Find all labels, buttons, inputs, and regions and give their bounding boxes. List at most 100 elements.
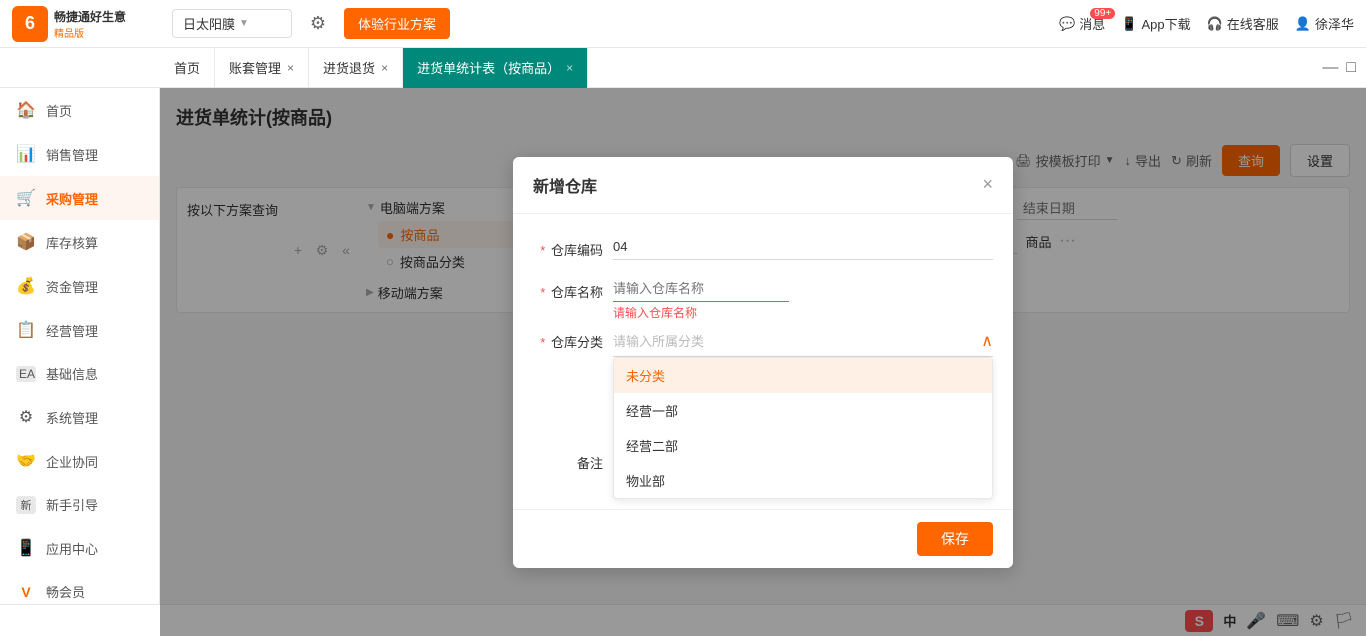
dialog-header: 新增仓库 ×	[513, 157, 1013, 214]
sidebar-item-guide[interactable]: 新 新手引导	[0, 483, 159, 526]
message-badge: 99+	[1090, 8, 1115, 19]
tab-return-label: 进货退货	[323, 58, 375, 77]
category-dropdown: 未分类 经营一部 经营二部 物业部	[613, 357, 993, 499]
sidebar-item-purchase[interactable]: 🛒 采购管理	[0, 176, 159, 220]
note-label: 备注	[533, 447, 603, 472]
code-required-mark: *	[540, 243, 545, 258]
app-download-button[interactable]: 📱 App下载	[1121, 14, 1190, 33]
finance-icon: 💰	[16, 276, 36, 296]
user-icon: 👤	[1295, 16, 1311, 32]
dialog-close-icon[interactable]: ×	[982, 174, 993, 195]
sales-icon: 📊	[16, 144, 36, 164]
logo-area: 6 畅捷通好生意 精品版	[12, 6, 162, 42]
app-selector[interactable]: 日太阳膜 ▼	[172, 9, 292, 38]
logo-text: 畅捷通好生意 精品版	[54, 8, 126, 40]
sidebar-appcenter-label: 应用中心	[46, 539, 98, 558]
category-label: * 仓库分类	[533, 326, 603, 351]
system-icon: ⚙	[16, 407, 36, 427]
sidebar-home-label: 首页	[46, 101, 72, 120]
sidebar-basic-info-label: 基础信息	[46, 364, 98, 383]
sidebar: 🏠 首页 📊 销售管理 🛒 采购管理 📦 库存核算 💰 资金管理 📋 经营管理 …	[0, 88, 160, 636]
category-arrow-icon: ∧	[981, 331, 993, 351]
tab-return[interactable]: 进货退货 ×	[309, 48, 403, 88]
sidebar-system-label: 系统管理	[46, 408, 98, 427]
content-area: 进货单统计(按商品) 🖨 按模板打印 ▼ ↓ 导出 ↻ 刷新 查询 设置 按以下…	[160, 88, 1366, 636]
chevron-down-icon: ▼	[239, 18, 249, 29]
user-button[interactable]: 👤 徐泽华	[1295, 14, 1354, 33]
username-label: 徐泽华	[1315, 14, 1354, 33]
sidebar-inventory-label: 库存核算	[46, 233, 98, 252]
name-field-row: * 仓库名称 请输入仓库名称	[533, 276, 993, 302]
sidebar-item-basic-info[interactable]: EA 基础信息	[0, 352, 159, 395]
sidebar-item-operations[interactable]: 📋 经营管理	[0, 308, 159, 352]
sidebar-cooperation-label: 企业协同	[46, 452, 98, 471]
cooperation-icon: 🤝	[16, 451, 36, 471]
tab-stats-close[interactable]: ×	[566, 61, 573, 75]
home-icon: 🏠	[16, 100, 36, 120]
name-input[interactable]	[613, 276, 789, 302]
dropdown-item-dept1[interactable]: 经营一部	[614, 393, 992, 428]
sidebar-finance-label: 资金管理	[46, 277, 98, 296]
sidebar-item-cooperation[interactable]: 🤝 企业协同	[0, 439, 159, 483]
category-placeholder: 请输入所属分类	[613, 331, 704, 350]
sidebar-item-inventory[interactable]: 📦 库存核算	[0, 220, 159, 264]
category-select-wrapper: 请输入所属分类 ∧ 未分类 经营一部 经营二部 物业部	[613, 326, 993, 357]
headset-icon: 🎧	[1207, 16, 1223, 32]
dialog-footer: 保存	[513, 509, 1013, 568]
name-required-mark: *	[540, 285, 545, 300]
sidebar-item-system[interactable]: ⚙ 系统管理	[0, 395, 159, 439]
tab-maximize-btn[interactable]: □	[1346, 59, 1356, 77]
purchase-icon: 🛒	[16, 188, 36, 208]
dropdown-item-uncategorized[interactable]: 未分类	[614, 358, 992, 393]
category-field-row: * 仓库分类 请输入所属分类 ∧ 未分类 经营一部	[533, 326, 993, 357]
message-icon: 💬	[1059, 16, 1075, 32]
sidebar-sales-label: 销售管理	[46, 145, 98, 164]
tab-stats[interactable]: 进货单统计表（按商品） ×	[403, 48, 588, 88]
online-service-button[interactable]: 🎧 在线客服	[1207, 14, 1279, 33]
tab-account[interactable]: 账套管理 ×	[215, 48, 309, 88]
basic-info-icon: EA	[16, 366, 36, 382]
vip-icon: V	[16, 584, 36, 600]
code-input[interactable]	[613, 234, 993, 260]
tab-stats-label: 进货单统计表（按商品）	[417, 58, 560, 77]
inventory-icon: 📦	[16, 232, 36, 252]
sidebar-item-finance[interactable]: 💰 资金管理	[0, 264, 159, 308]
appcenter-icon: 📱	[16, 538, 36, 558]
code-label: * 仓库编码	[533, 234, 603, 259]
sidebar-item-sales[interactable]: 📊 销售管理	[0, 132, 159, 176]
logo-icon: 6	[12, 6, 48, 42]
main-layout: 🏠 首页 📊 销售管理 🛒 采购管理 📦 库存核算 💰 资金管理 📋 经营管理 …	[0, 88, 1366, 636]
sidebar-guide-label: 新手引导	[46, 495, 98, 514]
app-selector-value: 日太阳膜	[183, 14, 235, 33]
tab-return-close[interactable]: ×	[381, 61, 388, 75]
header-right: 💬 消息 99+ 📱 App下载 🎧 在线客服 👤 徐泽华	[1059, 14, 1354, 33]
sidebar-vip-label: 畅会员	[46, 582, 85, 601]
category-required-mark: *	[540, 335, 545, 350]
sidebar-item-appcenter[interactable]: 📱 应用中心	[0, 526, 159, 570]
category-select[interactable]: 请输入所属分类 ∧	[613, 326, 993, 357]
tab-account-label: 账套管理	[229, 58, 281, 77]
tab-end-controls: — □	[1322, 59, 1366, 77]
trial-button[interactable]: 体验行业方案	[344, 8, 450, 39]
sidebar-item-home[interactable]: 🏠 首页	[0, 88, 159, 132]
save-button[interactable]: 保存	[917, 522, 993, 556]
dropdown-item-dept2[interactable]: 经营二部	[614, 428, 992, 463]
dialog-body: * 仓库编码 * 仓库名称 请输入仓库名称	[513, 214, 1013, 509]
modal-overlay[interactable]: 新增仓库 × * 仓库编码 *	[160, 88, 1366, 636]
settings-icon[interactable]: ⚙	[302, 8, 334, 40]
messages-button[interactable]: 💬 消息 99+	[1059, 14, 1105, 33]
code-field-row: * 仓库编码	[533, 234, 993, 260]
name-input-wrapper: 请输入仓库名称	[613, 276, 993, 302]
tab-account-close[interactable]: ×	[287, 61, 294, 75]
dialog-title: 新增仓库	[533, 173, 597, 197]
name-label: * 仓库名称	[533, 276, 603, 301]
top-header: 6 畅捷通好生意 精品版 日太阳膜 ▼ ⚙ 体验行业方案 💬 消息 99+ 📱 …	[0, 0, 1366, 48]
tab-home-label: 首页	[174, 58, 200, 77]
add-warehouse-dialog: 新增仓库 × * 仓库编码 *	[513, 157, 1013, 568]
operations-icon: 📋	[16, 320, 36, 340]
dropdown-item-dept3[interactable]: 物业部	[614, 463, 992, 498]
tab-home[interactable]: 首页	[160, 48, 215, 88]
tab-minimize-btn[interactable]: —	[1322, 59, 1338, 77]
name-error-tip: 请输入仓库名称	[613, 304, 697, 321]
sidebar-purchase-label: 采购管理	[46, 189, 98, 208]
